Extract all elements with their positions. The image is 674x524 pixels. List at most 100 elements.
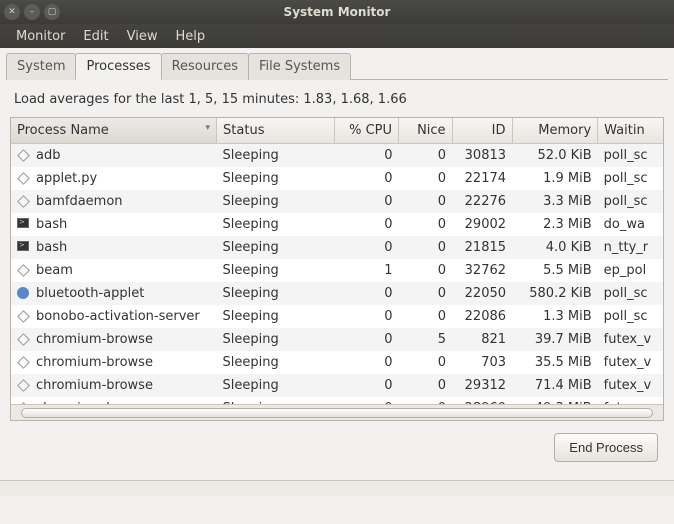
cell-cpu: 0: [334, 328, 398, 351]
cell-id: 22086: [452, 305, 512, 328]
cell-wait: ep_pol: [598, 259, 663, 282]
sort-indicator-icon: ▾: [206, 123, 211, 133]
process-name: bonobo-activation-server: [36, 309, 200, 324]
cell-status: Sleeping: [217, 213, 335, 236]
table-row[interactable]: chromium-browseSleeping0582139.7 MiBfute…: [11, 328, 663, 351]
process-table: Process Name▾Status% CPUNiceIDMemoryWait…: [11, 118, 663, 420]
cell-mem: 39.7 MiB: [512, 328, 598, 351]
cell-status: Sleeping: [217, 190, 335, 213]
cell-nice: 0: [399, 144, 453, 168]
cell-nice: 0: [399, 236, 453, 259]
table-row[interactable]: beamSleeping10327625.5 MiBep_pol: [11, 259, 663, 282]
process-name: bash: [36, 240, 67, 255]
executable-icon: [17, 264, 31, 278]
cell-status: Sleeping: [217, 144, 335, 168]
executable-icon: [17, 195, 31, 209]
process-name: applet.py: [36, 171, 97, 186]
cell-wait: futex_v: [598, 351, 663, 374]
cell-nice: 0: [399, 259, 453, 282]
cell-cpu: 0: [334, 236, 398, 259]
cell-id: 30813: [452, 144, 512, 168]
cell-status: Sleeping: [217, 374, 335, 397]
cell-cpu: 1: [334, 259, 398, 282]
process-name: chromium-browse: [36, 378, 153, 393]
horizontal-scrollbar[interactable]: [11, 404, 663, 420]
cell-status: Sleeping: [217, 328, 335, 351]
tab-filesystems[interactable]: File Systems: [248, 53, 351, 80]
cell-cpu: 0: [334, 190, 398, 213]
cell-nice: 0: [399, 213, 453, 236]
table-row[interactable]: bamfdaemonSleeping00222763.3 MiBpoll_sc: [11, 190, 663, 213]
cell-id: 22050: [452, 282, 512, 305]
menu-help[interactable]: Help: [167, 27, 213, 46]
cell-cpu: 0: [334, 351, 398, 374]
title-bar: ✕ – ▢ System Monitor: [0, 0, 674, 24]
menu-edit[interactable]: Edit: [75, 27, 116, 46]
minimize-icon[interactable]: –: [24, 4, 40, 20]
column-header-wait[interactable]: Waitin: [598, 118, 663, 144]
cell-wait: poll_sc: [598, 190, 663, 213]
menu-view[interactable]: View: [119, 27, 166, 46]
cell-wait: do_wa: [598, 213, 663, 236]
close-icon[interactable]: ✕: [4, 4, 20, 20]
table-row[interactable]: chromium-browseSleeping0070335.5 MiBfute…: [11, 351, 663, 374]
cell-mem: 1.9 MiB: [512, 167, 598, 190]
column-header-mem[interactable]: Memory: [512, 118, 598, 144]
column-header-name[interactable]: Process Name▾: [11, 118, 217, 144]
bluetooth-icon: [17, 287, 31, 301]
tab-resources[interactable]: Resources: [161, 53, 249, 80]
menu-bar: Monitor Edit View Help: [0, 24, 674, 48]
process-name: chromium-browse: [36, 332, 153, 347]
executable-icon: [17, 172, 31, 186]
cell-cpu: 0: [334, 305, 398, 328]
process-name: bluetooth-applet: [36, 286, 144, 301]
process-name: bash: [36, 217, 67, 232]
scrollbar-thumb[interactable]: [21, 408, 653, 418]
cell-status: Sleeping: [217, 259, 335, 282]
column-header-id[interactable]: ID: [452, 118, 512, 144]
table-row[interactable]: bluetooth-appletSleeping0022050580.2 KiB…: [11, 282, 663, 305]
table-row[interactable]: bashSleeping00218154.0 KiBn_tty_r: [11, 236, 663, 259]
cell-id: 21815: [452, 236, 512, 259]
executable-icon: [17, 149, 31, 163]
executable-icon: [17, 356, 31, 370]
cell-mem: 4.0 KiB: [512, 236, 598, 259]
table-row[interactable]: bonobo-activation-serverSleeping00220861…: [11, 305, 663, 328]
cell-id: 22174: [452, 167, 512, 190]
window-title: System Monitor: [0, 5, 674, 19]
column-header-cpu[interactable]: % CPU: [334, 118, 398, 144]
cell-wait: poll_sc: [598, 305, 663, 328]
load-average-label: Load averages for the last 1, 5, 15 minu…: [6, 80, 668, 117]
table-row[interactable]: bashSleeping00290022.3 MiBdo_wa: [11, 213, 663, 236]
cell-wait: futex_v: [598, 374, 663, 397]
cell-nice: 0: [399, 282, 453, 305]
column-header-nice[interactable]: Nice: [399, 118, 453, 144]
tab-processes[interactable]: Processes: [75, 53, 161, 80]
cell-nice: 0: [399, 190, 453, 213]
cell-status: Sleeping: [217, 351, 335, 374]
end-process-button[interactable]: End Process: [554, 433, 658, 462]
process-name: chromium-browse: [36, 355, 153, 370]
executable-icon: [17, 310, 31, 324]
cell-cpu: 0: [334, 374, 398, 397]
cell-mem: 1.3 MiB: [512, 305, 598, 328]
terminal-icon: [17, 241, 31, 255]
table-row[interactable]: adbSleeping003081352.0 KiBpoll_sc: [11, 144, 663, 168]
cell-status: Sleeping: [217, 305, 335, 328]
cell-status: Sleeping: [217, 282, 335, 305]
cell-wait: futex_v: [598, 328, 663, 351]
menu-monitor[interactable]: Monitor: [8, 27, 73, 46]
cell-cpu: 0: [334, 167, 398, 190]
table-row[interactable]: chromium-browseSleeping002931271.4 MiBfu…: [11, 374, 663, 397]
tab-system[interactable]: System: [6, 53, 76, 80]
maximize-icon[interactable]: ▢: [44, 4, 60, 20]
table-row[interactable]: applet.pySleeping00221741.9 MiBpoll_sc: [11, 167, 663, 190]
cell-cpu: 0: [334, 144, 398, 168]
status-bar: [0, 480, 674, 496]
cell-mem: 5.5 MiB: [512, 259, 598, 282]
cell-mem: 3.3 MiB: [512, 190, 598, 213]
cell-wait: poll_sc: [598, 282, 663, 305]
column-header-status[interactable]: Status: [217, 118, 335, 144]
cell-id: 703: [452, 351, 512, 374]
tab-bar: System Processes Resources File Systems: [6, 52, 668, 80]
